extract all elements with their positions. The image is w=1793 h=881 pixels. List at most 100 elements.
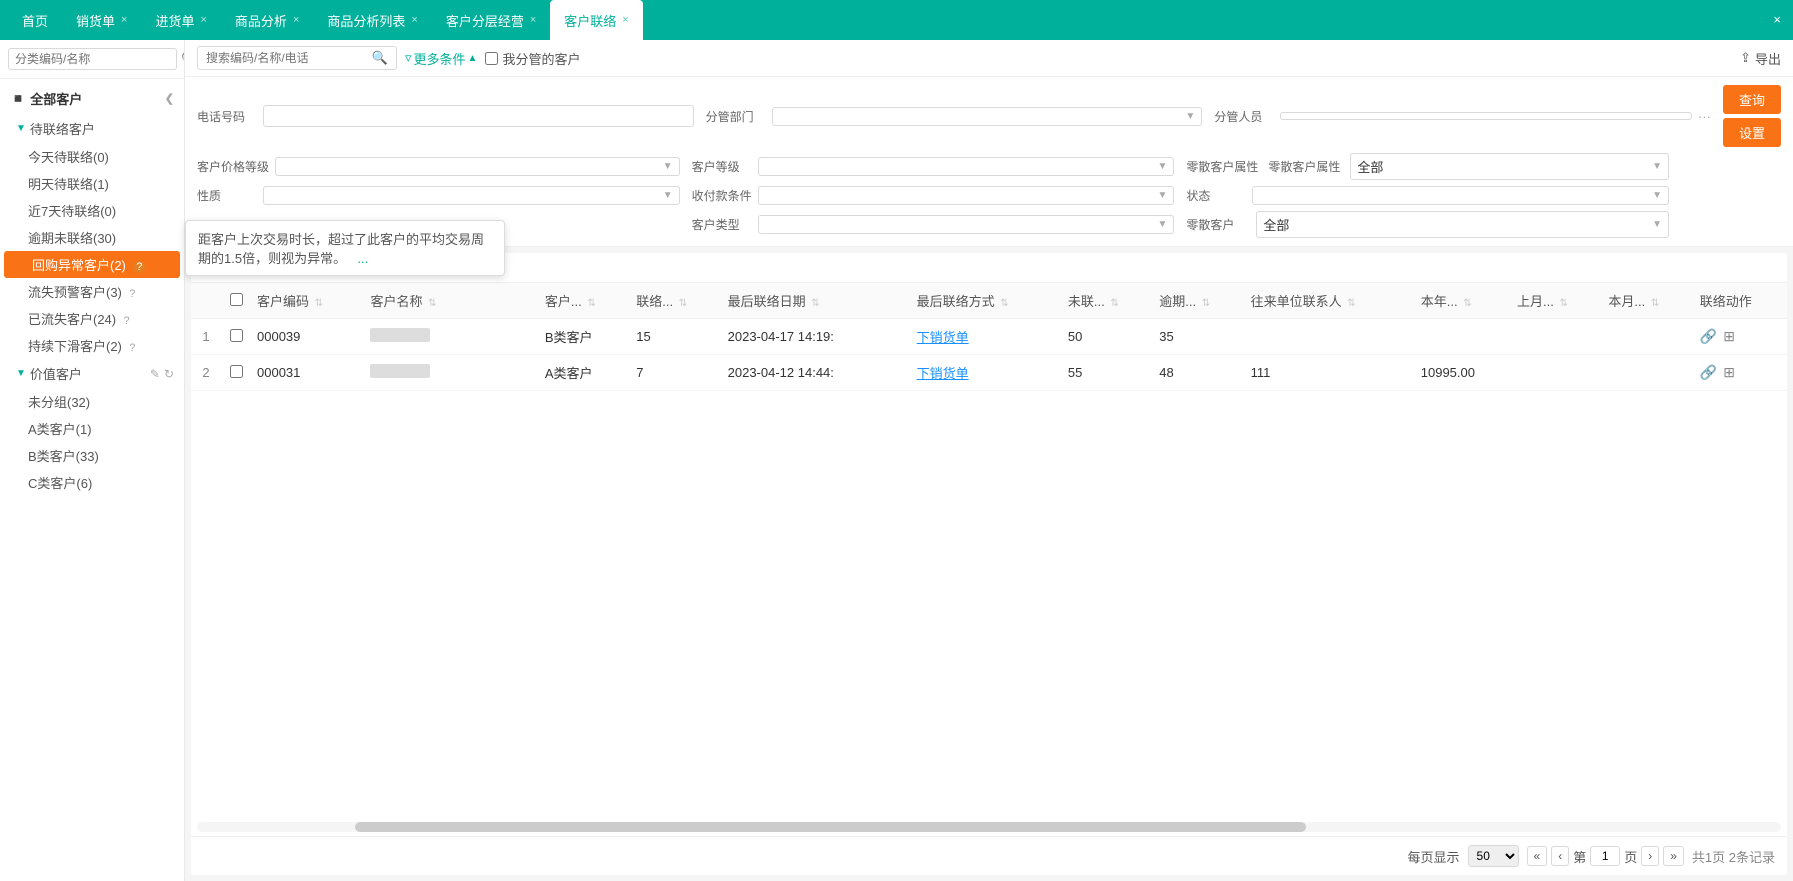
- close-tab-sales-order[interactable]: ×: [121, 14, 127, 26]
- sidebar-item-unclassified[interactable]: 未分组(32): [0, 388, 184, 415]
- triangle-icon: ▼: [16, 123, 26, 134]
- manager-select[interactable]: [1280, 112, 1692, 120]
- prev-page-button[interactable]: ‹: [1551, 846, 1569, 866]
- tab-product-analysis[interactable]: 商品分析 ×: [221, 0, 313, 40]
- filter-payment-terms: 收付款条件 ▼: [692, 186, 1175, 205]
- th-overdue[interactable]: 逾期... ⇅: [1153, 283, 1244, 319]
- edit-icon[interactable]: ✎: [150, 367, 160, 381]
- nature-select[interactable]: ▼: [263, 186, 680, 205]
- th-customer-type[interactable]: 客户... ⇅: [539, 283, 630, 319]
- th-last-month[interactable]: 上月... ⇅: [1511, 283, 1602, 319]
- status-select[interactable]: ▼: [1252, 186, 1669, 205]
- sidebar-item-tomorrow-contact[interactable]: 明天待联络(1): [0, 170, 184, 197]
- row-1-unlinked: 50: [1062, 319, 1153, 355]
- retail-customer-select[interactable]: 全部▼: [1256, 211, 1669, 238]
- anomaly-help-icon[interactable]: ?: [133, 261, 145, 273]
- row-1-checkbox[interactable]: [230, 329, 243, 342]
- row-2-checkbox[interactable]: [230, 365, 243, 378]
- row-1-qr-icon[interactable]: ⊞: [1723, 328, 1735, 345]
- row-2-qr-icon[interactable]: ⊞: [1723, 364, 1735, 381]
- dept-select[interactable]: ▼: [772, 107, 1203, 126]
- th-this-year[interactable]: 本年... ⇅: [1415, 283, 1511, 319]
- tooltip-more-link[interactable]: ...: [357, 251, 368, 266]
- retail-attr-chevron-icon: ▼: [1652, 161, 1662, 172]
- close-tab-product-analysis-list[interactable]: ×: [411, 14, 417, 26]
- last-page-button[interactable]: »: [1663, 846, 1684, 866]
- th-this-month[interactable]: 本月... ⇅: [1602, 283, 1693, 319]
- sidebar-item-repurchase-anomaly[interactable]: 回购异常客户(2) ?: [4, 251, 180, 278]
- retail-attr-select[interactable]: 全部▼: [1350, 153, 1669, 180]
- sidebar-section-pending-contact[interactable]: ▼ 待联络客户: [0, 114, 184, 143]
- settings-button[interactable]: 设置: [1723, 118, 1781, 147]
- th-contact-count[interactable]: 联络... ⇅: [630, 283, 721, 319]
- customer-grade-select[interactable]: ▼: [758, 157, 1175, 176]
- filter-manager: 分管人员 ···: [1214, 108, 1711, 125]
- declining-help-icon[interactable]: ?: [129, 342, 135, 354]
- phone-input[interactable]: [263, 105, 694, 127]
- row-2-last-month: [1511, 355, 1602, 391]
- horizontal-scrollbar[interactable]: [197, 822, 1781, 832]
- row-2-link-icon[interactable]: 🔗: [1700, 364, 1717, 381]
- th-customer-name[interactable]: 客户名称 ⇅: [364, 283, 538, 319]
- price-grade-select[interactable]: ▼: [275, 157, 680, 176]
- search-input[interactable]: [206, 51, 372, 65]
- close-tab-purchase-order[interactable]: ×: [200, 14, 206, 26]
- row-1-last-contact-method[interactable]: 下销货单: [911, 319, 1062, 355]
- th-contact-person[interactable]: 往来单位联系人 ⇅: [1245, 283, 1415, 319]
- row-1-link-icon[interactable]: 🔗: [1700, 328, 1717, 345]
- collapse-icon[interactable]: ❮: [165, 92, 174, 105]
- price-grade-chevron-icon: ▼: [663, 161, 673, 172]
- sidebar-item-b-class[interactable]: B类客户(33): [0, 442, 184, 469]
- sidebar-item-7day-contact[interactable]: 近7天待联络(0): [0, 197, 184, 224]
- filter-customer-grade: 客户等级 ▼: [692, 157, 1175, 176]
- my-customers-checkbox[interactable]: [485, 52, 498, 65]
- th-last-contact-date[interactable]: 最后联络日期 ⇅: [722, 283, 911, 319]
- tab-product-analysis-list[interactable]: 商品分析列表 ×: [313, 0, 431, 40]
- row-2-last-contact-date: 2023-04-12 14:44:: [722, 355, 911, 391]
- churn-warning-help-icon[interactable]: ?: [129, 288, 135, 300]
- tab-sales-order[interactable]: 销货单 ×: [62, 0, 141, 40]
- tab-customer-segment[interactable]: 客户分层经营 ×: [432, 0, 550, 40]
- retail-attr-label: 零散客户属性: [1186, 158, 1258, 175]
- manager-dots-button[interactable]: ···: [1698, 109, 1711, 124]
- sidebar-all-customers[interactable]: ◾ 全部客户 ❮: [0, 83, 184, 114]
- sidebar-item-overdue-contact[interactable]: 逾期未联络(30): [0, 224, 184, 251]
- close-all-tabs-button[interactable]: ×: [1773, 11, 1781, 29]
- th-unlinked[interactable]: 未联... ⇅: [1062, 283, 1153, 319]
- customer-type-select[interactable]: ▼: [758, 215, 1175, 234]
- next-page-button[interactable]: ›: [1641, 846, 1659, 866]
- row-2-last-contact-method[interactable]: 下销货单: [911, 355, 1062, 391]
- sidebar-item-declining[interactable]: 持续下滑客户(2) ?: [0, 332, 184, 359]
- sidebar-item-today-contact[interactable]: 今天待联络(0): [0, 143, 184, 170]
- search-box-icon[interactable]: 🔍: [372, 50, 388, 66]
- sidebar-item-churn-warning[interactable]: 流失预警客户(3) ?: [0, 278, 184, 305]
- churned-help-icon[interactable]: ?: [123, 315, 129, 327]
- more-conditions-button[interactable]: ▿ 更多条件 ▲: [405, 49, 477, 68]
- filter-department: 分管部门 ▼: [706, 107, 1203, 126]
- sidebar-item-churned[interactable]: 已流失客户(24) ?: [0, 305, 184, 332]
- query-button[interactable]: 查询: [1723, 85, 1781, 114]
- sidebar-search-input[interactable]: [8, 48, 177, 70]
- sidebar-item-c-class[interactable]: C类客户(6): [0, 469, 184, 496]
- per-page-select[interactable]: 50 20 100: [1468, 845, 1519, 867]
- th-customer-code[interactable]: 客户编码 ⇅: [251, 283, 364, 319]
- page-input[interactable]: [1590, 846, 1620, 866]
- select-all-checkbox[interactable]: [230, 293, 243, 306]
- sidebar-item-a-class[interactable]: A类客户(1): [0, 415, 184, 442]
- tab-purchase-order[interactable]: 进货单 ×: [141, 0, 220, 40]
- close-tab-customer-contact[interactable]: ×: [622, 14, 628, 26]
- customer-type-chevron-icon: ▼: [1157, 219, 1167, 230]
- th-last-contact-method[interactable]: 最后联络方式 ⇅: [911, 283, 1062, 319]
- tab-customer-contact[interactable]: 客户联络 ×: [550, 0, 642, 40]
- tab-home[interactable]: 首页: [8, 0, 62, 40]
- close-tab-customer-segment[interactable]: ×: [530, 14, 536, 26]
- first-page-button[interactable]: «: [1527, 846, 1548, 866]
- export-button[interactable]: ⇪ 导出: [1740, 49, 1781, 68]
- table-scroll-area[interactable]: 客户编码 ⇅ 客户名称 ⇅ 客户... ⇅: [191, 283, 1787, 822]
- nature-label: 性质: [197, 187, 257, 204]
- content-area: 🔍 ▿ 更多条件 ▲ 我分管的客户 ⇪ 导出 电话号码: [185, 40, 1793, 881]
- payment-terms-select[interactable]: ▼: [758, 186, 1175, 205]
- refresh-icon[interactable]: ↻: [164, 367, 174, 381]
- table-row: 1 000039 B类客户 15 2023-04-17 14:19:: [191, 319, 1787, 355]
- close-tab-product-analysis[interactable]: ×: [293, 14, 299, 26]
